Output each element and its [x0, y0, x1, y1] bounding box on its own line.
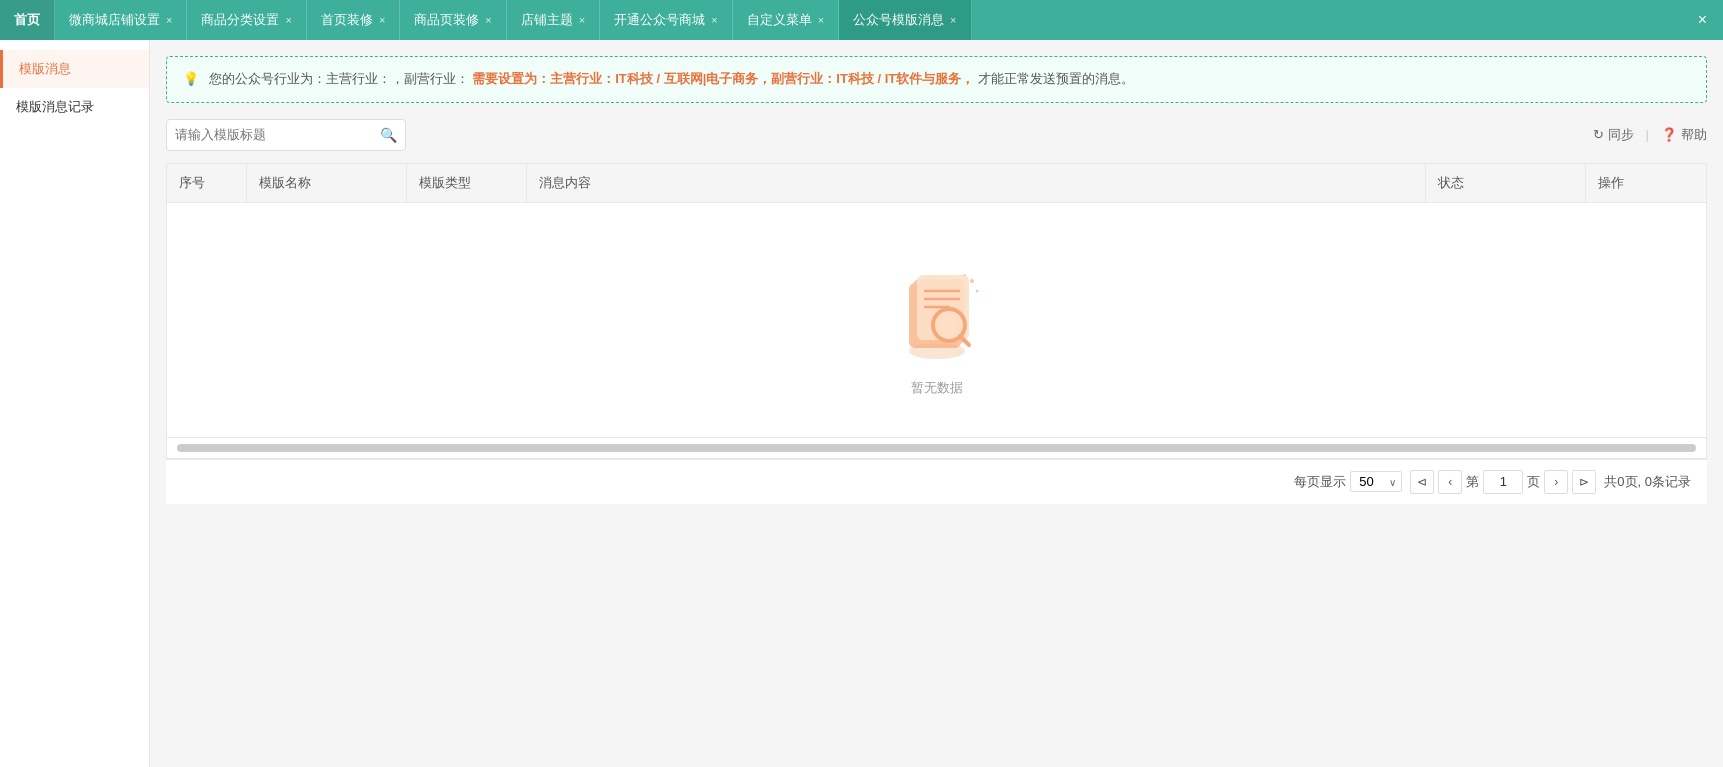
sidebar: 模版消息 模版消息记录	[0, 40, 150, 767]
page-prev-button[interactable]: ‹	[1438, 470, 1462, 494]
sidebar-item-template-msg-record[interactable]: 模版消息记录	[0, 88, 149, 126]
th-actions: 操作	[1586, 164, 1706, 202]
page-next-button[interactable]: ›	[1544, 470, 1568, 494]
notice-prefix: 您的公众号行业为：主营行业：，副营行业：	[209, 71, 469, 86]
nav-tab-product-deco-close[interactable]: ×	[485, 14, 491, 26]
nav-tab-home[interactable]: 首页	[0, 0, 55, 40]
nav-tab-home-deco[interactable]: 首页装修 ×	[307, 0, 400, 40]
sidebar-item-template-msg-record-label: 模版消息记录	[16, 99, 94, 114]
th-status: 状态	[1426, 164, 1586, 202]
notice-suffix: 才能正常发送预置的消息。	[978, 71, 1134, 86]
nav-tab-open-mall[interactable]: 开通公众号商城 ×	[600, 0, 732, 40]
page-total: 共0页, 0条记录	[1604, 473, 1691, 491]
th-index: 序号	[167, 164, 247, 202]
empty-text: 暂无数据	[911, 379, 963, 397]
sidebar-item-template-msg-label: 模版消息	[19, 61, 71, 76]
th-type: 模版类型	[407, 164, 527, 202]
page-size-section: 每页显示 10 20 50 100	[1294, 471, 1402, 492]
sync-label: 同步	[1608, 126, 1634, 144]
table-header: 序号 模版名称 模版类型 消息内容 状态 操作	[167, 164, 1706, 203]
search-input[interactable]	[175, 127, 380, 142]
nav-tab-home-deco-close[interactable]: ×	[379, 14, 385, 26]
page-label: 第	[1466, 473, 1479, 491]
help-label: 帮助	[1681, 126, 1707, 144]
svg-point-8	[939, 315, 959, 335]
close-all-button[interactable]: ×	[1682, 0, 1723, 40]
nav-tab-template-msg-close[interactable]: ×	[950, 14, 956, 26]
top-nav: 首页 微商城店铺设置 × 商品分类设置 × 首页装修 × 商品页装修 × 店铺主…	[0, 0, 1723, 40]
notice-highlight: 需要设置为：主营行业：IT科技 / 互联网|电子商务，副营行业：IT科技 / I…	[472, 71, 974, 86]
svg-point-10	[970, 279, 974, 283]
nav-tab-custom-menu-label: 自定义菜单	[747, 11, 812, 29]
sidebar-item-template-msg[interactable]: 模版消息	[0, 50, 149, 88]
search-bar: 🔍 ↻ 同步 | ❓ 帮助	[166, 119, 1707, 151]
horizontal-scrollbar[interactable]	[177, 444, 1696, 452]
nav-tab-template-msg[interactable]: 公众号模版消息 ×	[839, 0, 971, 40]
empty-icon	[887, 263, 987, 363]
empty-state: 暂无数据	[167, 203, 1706, 437]
nav-tab-shop-theme[interactable]: 店铺主题 ×	[507, 0, 600, 40]
nav-tab-template-msg-label: 公众号模版消息	[853, 11, 944, 29]
th-content: 消息内容	[527, 164, 1426, 202]
nav-tab-category[interactable]: 商品分类设置 ×	[187, 0, 306, 40]
page-input[interactable]	[1483, 470, 1523, 494]
notice-box: 💡 您的公众号行业为：主营行业：，副营行业： 需要设置为：主营行业：IT科技 /…	[166, 56, 1707, 103]
layout: 模版消息 模版消息记录 💡 您的公众号行业为：主营行业：，副营行业： 需要设置为…	[0, 40, 1723, 767]
nav-tab-product-deco[interactable]: 商品页装修 ×	[400, 0, 506, 40]
search-actions: ↻ 同步 | ❓ 帮助	[1593, 126, 1707, 144]
notice-icon: 💡	[183, 71, 199, 86]
page-nav: ⊲ ‹ 第 页 › ⊳	[1410, 470, 1596, 494]
nav-tab-open-mall-close[interactable]: ×	[711, 14, 717, 26]
nav-tab-open-mall-label: 开通公众号商城	[614, 11, 705, 29]
nav-tab-home-label: 首页	[14, 11, 40, 29]
main-content: 💡 您的公众号行业为：主营行业：，副营行业： 需要设置为：主营行业：IT科技 /…	[150, 40, 1723, 767]
page-first-button[interactable]: ⊲	[1410, 470, 1434, 494]
nav-tab-product-deco-label: 商品页装修	[414, 11, 479, 29]
nav-tab-custom-menu[interactable]: 自定义菜单 ×	[733, 0, 839, 40]
search-input-wrap[interactable]: 🔍	[166, 119, 406, 151]
nav-tab-shop-settings[interactable]: 微商城店铺设置 ×	[55, 0, 187, 40]
page-size-select[interactable]: 10 20 50 100	[1350, 471, 1402, 492]
help-icon: ❓	[1661, 127, 1677, 142]
sync-icon: ↻	[1593, 127, 1604, 142]
data-table: 序号 模版名称 模版类型 消息内容 状态 操作	[166, 163, 1707, 459]
nav-tab-shop-theme-close[interactable]: ×	[579, 14, 585, 26]
nav-tab-home-deco-label: 首页装修	[321, 11, 373, 29]
nav-tab-shop-settings-close[interactable]: ×	[166, 14, 172, 26]
nav-tab-custom-menu-close[interactable]: ×	[818, 14, 824, 26]
pagination: 每页显示 10 20 50 100 ⊲ ‹ 第 页 › ⊳	[166, 459, 1707, 504]
page-size-label: 每页显示	[1294, 473, 1346, 491]
page-last-button[interactable]: ⊳	[1572, 470, 1596, 494]
nav-tab-category-label: 商品分类设置	[201, 11, 279, 29]
scrollbar-area[interactable]	[167, 437, 1706, 458]
svg-point-11	[975, 289, 978, 292]
close-all-icon: ×	[1698, 11, 1707, 29]
page-size-select-wrap[interactable]: 10 20 50 100	[1350, 471, 1402, 492]
th-name: 模版名称	[247, 164, 407, 202]
nav-tab-shop-settings-label: 微商城店铺设置	[69, 11, 160, 29]
svg-point-12	[964, 274, 966, 276]
sync-button[interactable]: ↻ 同步	[1593, 126, 1634, 144]
nav-tab-category-close[interactable]: ×	[285, 14, 291, 26]
search-icon[interactable]: 🔍	[380, 127, 397, 143]
divider: |	[1646, 127, 1649, 142]
page-unit: 页	[1527, 473, 1540, 491]
help-button[interactable]: ❓ 帮助	[1661, 126, 1707, 144]
nav-tab-shop-theme-label: 店铺主题	[521, 11, 573, 29]
